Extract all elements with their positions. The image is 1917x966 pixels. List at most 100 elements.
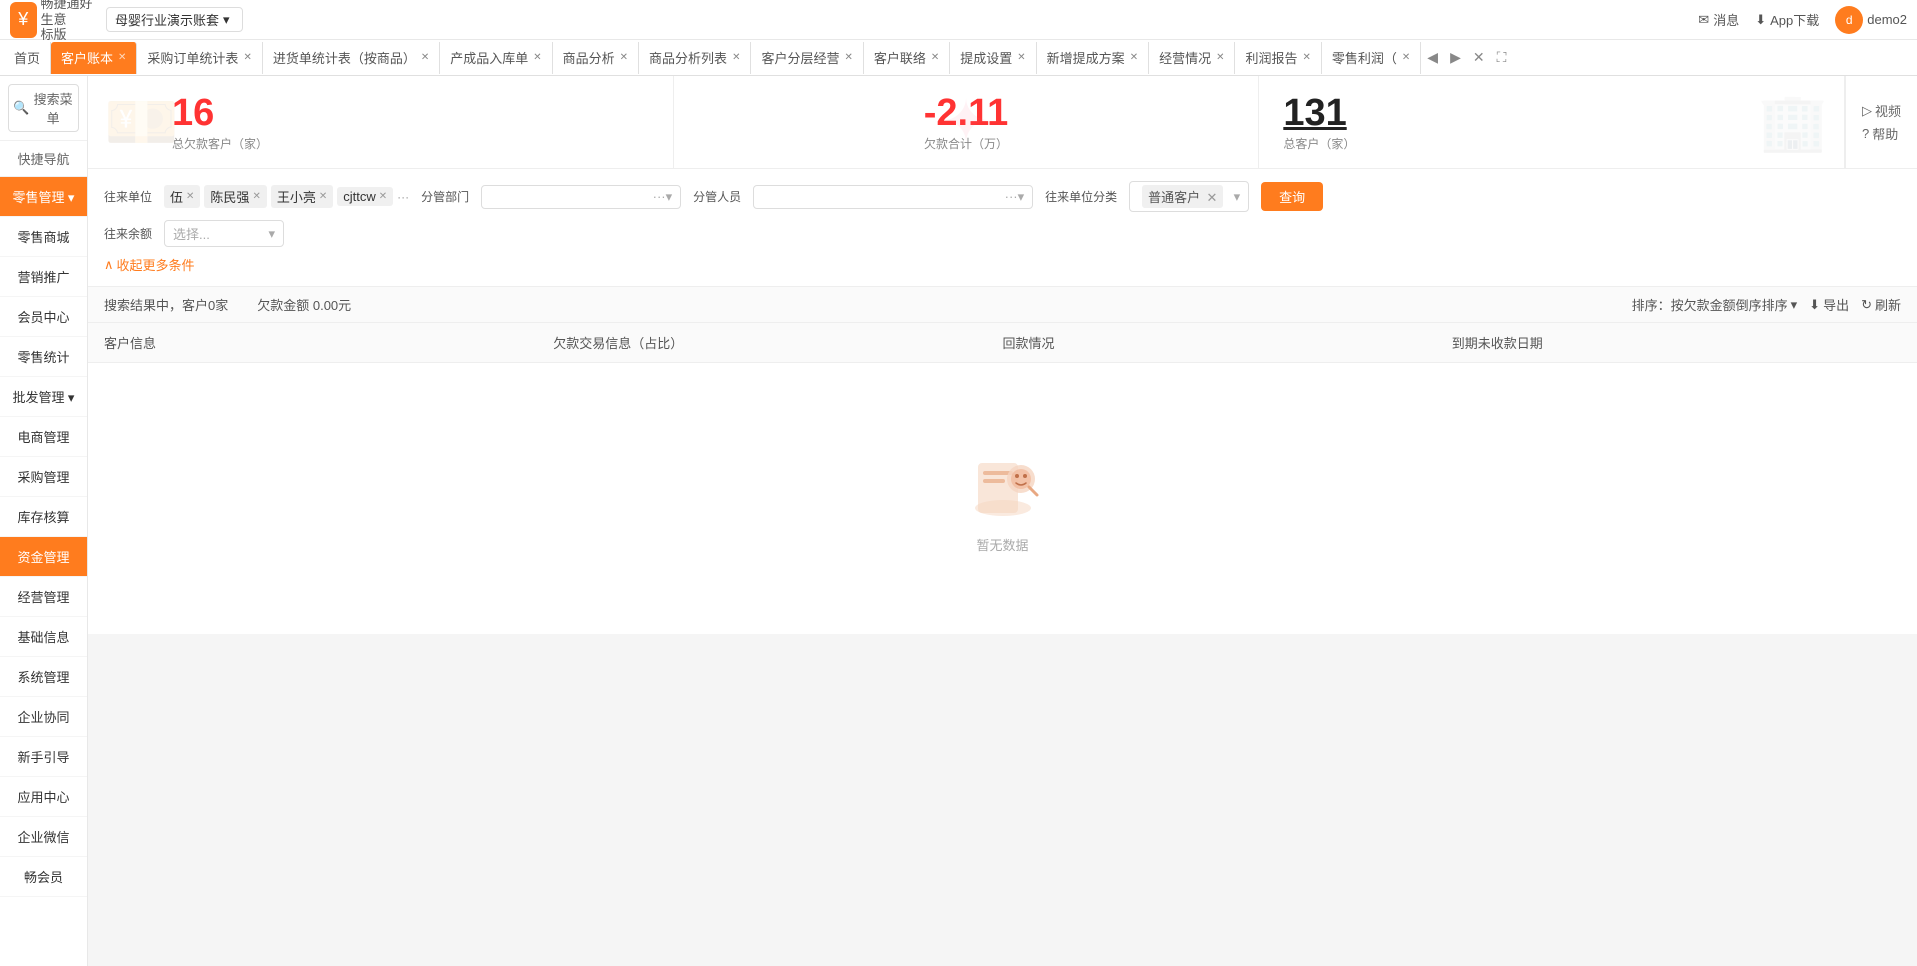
sort-select[interactable]: 排序：按欠款金额倒序排序 ▾ — [1632, 295, 1798, 314]
remove-tag-wu[interactable]: ✕ — [186, 191, 194, 202]
stat-card-total: 🏢 131 总客户（家） — [1259, 76, 1845, 168]
empty-text: 暂无数据 — [976, 535, 1028, 554]
sidebar-item-enterprise[interactable]: 企业协同 — [0, 697, 87, 737]
stat-bg-icon-1: 💴 — [104, 87, 179, 158]
filter-more-tags[interactable]: ··· — [397, 190, 409, 204]
sidebar-item-wechat[interactable]: 企业微信 — [0, 817, 87, 857]
close-icon[interactable]: ✕ — [118, 52, 126, 63]
sidebar-item-marketing[interactable]: 营销推广 — [0, 257, 87, 297]
category-select[interactable]: 普通客户 ✕ ▾ — [1129, 181, 1249, 212]
sidebar: 🔍 搜索菜单 快捷导航 零售管理 ▾ 零售商城 营销推广 会员中心 零售统计 批… — [0, 76, 88, 966]
close-icon[interactable]: ✕ — [1130, 52, 1138, 63]
chevron-icon: ▾ — [68, 190, 75, 205]
refresh-button[interactable]: ↻ 刷新 — [1861, 295, 1901, 314]
col-header-repay: 回款情况 — [1003, 333, 1452, 352]
chevron-icon: ▾ — [68, 390, 75, 405]
filter-tags-unit: 伍 ✕ 陈民强 ✕ 王小亮 ✕ cjttcw ✕ ··· — [164, 185, 409, 208]
close-icon[interactable]: ✕ — [732, 52, 740, 63]
category-dropdown-arrow: ▾ — [1234, 189, 1241, 205]
close-icon[interactable]: ✕ — [243, 52, 251, 63]
stat-number-customers: 16 — [172, 92, 649, 135]
close-icon[interactable]: ✕ — [844, 52, 852, 63]
tab-production[interactable]: 产成品入库单 ✕ — [440, 42, 552, 74]
sidebar-item-retail-mall[interactable]: 零售商城 — [0, 217, 87, 257]
tab-customer-contact[interactable]: 客户联络 ✕ — [864, 42, 950, 74]
tab-customer-ledger[interactable]: 客户账本 ✕ — [51, 42, 137, 74]
export-button[interactable]: ⬇ 导出 — [1809, 295, 1849, 314]
messages-button[interactable]: ✉ 消息 — [1698, 10, 1739, 29]
user-avatar-button[interactable]: d demo2 — [1835, 6, 1907, 34]
close-icon[interactable]: ✕ — [1017, 52, 1025, 63]
top-right: ✉ 消息 ⬇ App下载 d demo2 — [1698, 6, 1907, 34]
stat-bg-icon-2: ✦ — [941, 87, 991, 157]
tab-next-arrow[interactable]: ▶ — [1444, 49, 1467, 66]
tab-new-commission[interactable]: 新增提成方案 ✕ — [1037, 42, 1149, 74]
tab-purchase-stats[interactable]: 进货单统计表（按商品） ✕ — [263, 42, 440, 74]
sidebar-item-retail-management[interactable]: 零售管理 ▾ — [0, 177, 87, 217]
tab-prev-arrow[interactable]: ◀ — [1421, 49, 1444, 66]
sidebar-item-ecommerce[interactable]: 电商管理 — [0, 417, 87, 457]
tab-goods-analysis[interactable]: 商品分析 ✕ — [553, 42, 639, 74]
sidebar-item-wholesale[interactable]: 批发管理 ▾ — [0, 377, 87, 417]
org-select[interactable]: 母婴行业演示账套 ▾ — [106, 7, 243, 32]
sidebar-quick-nav[interactable]: 快捷导航 — [0, 141, 87, 177]
sidebar-item-inventory[interactable]: 库存核算 — [0, 497, 87, 537]
sidebar-item-purchase[interactable]: 采购管理 — [0, 457, 87, 497]
sidebar-item-beginner[interactable]: 新手引导 — [0, 737, 87, 777]
query-button[interactable]: 查询 — [1261, 182, 1323, 211]
category-tag: 普通客户 ✕ — [1142, 185, 1223, 208]
sidebar-item-base-info[interactable]: 基础信息 — [0, 617, 87, 657]
close-icon[interactable]: ✕ — [620, 52, 628, 63]
tab-maximize[interactable]: ⛶ — [1491, 49, 1513, 66]
tab-retail-profit[interactable]: 零售利润（ ✕ — [1322, 42, 1421, 74]
person-label: 分管人员 — [693, 188, 741, 205]
filter-tag-wang: 王小亮 ✕ — [271, 185, 333, 208]
stat-bg-icon-3: 🏢 — [1758, 89, 1828, 155]
tab-operation[interactable]: 经营情况 ✕ — [1149, 42, 1235, 74]
main-layout: 🔍 搜索菜单 快捷导航 零售管理 ▾ 零售商城 营销推广 会员中心 零售统计 批… — [0, 76, 1917, 966]
download-icon: ⬇ — [1755, 12, 1766, 28]
remove-tag-chen[interactable]: ✕ — [252, 191, 260, 202]
tab-close-all[interactable]: ✕ — [1467, 49, 1491, 66]
category-label: 往来单位分类 — [1045, 188, 1117, 205]
collapse-button[interactable]: ∧ 收起更多条件 — [104, 255, 1901, 274]
tab-goods-list[interactable]: 商品分析列表 ✕ — [639, 42, 751, 74]
sidebar-item-finance[interactable]: 资金管理 — [0, 537, 87, 577]
remove-tag-cjttcw[interactable]: ✕ — [379, 191, 387, 202]
dept-select[interactable]: ···▾ — [481, 185, 681, 209]
collapse-area: ∧ 收起更多条件 — [104, 255, 1901, 274]
close-icon[interactable]: ✕ — [421, 52, 429, 63]
remove-category-tag[interactable]: ✕ — [1207, 190, 1218, 205]
video-link[interactable]: ▷ 视频 — [1862, 101, 1901, 120]
sidebar-item-member-center[interactable]: 会员中心 — [0, 297, 87, 337]
stat-number-total: 131 — [1283, 92, 1820, 135]
sidebar-item-member[interactable]: 畅会员 — [0, 857, 87, 897]
tab-purchase-order[interactable]: 采购订单统计表 ✕ — [137, 42, 262, 74]
filter-row-2: 往来余额 选择... ▾ — [104, 220, 1901, 247]
close-icon[interactable]: ✕ — [1216, 52, 1224, 63]
sidebar-item-app-center[interactable]: 应用中心 — [0, 777, 87, 817]
tab-customer-layer[interactable]: 客户分层经营 ✕ — [751, 42, 863, 74]
sort-arrow-icon: ▾ — [1791, 297, 1798, 313]
remove-tag-wang[interactable]: ✕ — [319, 191, 327, 202]
balance-select[interactable]: 选择... ▾ — [164, 220, 284, 247]
tab-profit-report[interactable]: 利润报告 ✕ — [1235, 42, 1321, 74]
app-download-button[interactable]: ⬇ App下载 — [1755, 10, 1819, 29]
unit-label: 往来单位 — [104, 188, 152, 205]
search-menu-button[interactable]: 🔍 搜索菜单 — [8, 84, 79, 132]
close-icon[interactable]: ✕ — [931, 52, 939, 63]
sidebar-item-system[interactable]: 系统管理 — [0, 657, 87, 697]
tab-commission-settings[interactable]: 提成设置 ✕ — [950, 42, 1036, 74]
close-icon[interactable]: ✕ — [533, 52, 541, 63]
debt-amount-text: 欠款金额 0.00元 — [257, 295, 351, 314]
sidebar-item-retail-stats[interactable]: 零售统计 — [0, 337, 87, 377]
filter-tag-chen: 陈民强 ✕ — [204, 185, 266, 208]
tab-home[interactable]: 首页 — [4, 42, 51, 74]
table-area: 客户信息 欠款交易信息（占比） 回款情况 到期未收款日期 — [88, 323, 1917, 634]
sidebar-item-operations[interactable]: 经营管理 — [0, 577, 87, 617]
result-bar: 搜索结果中，客户0家 欠款金额 0.00元 排序：按欠款金额倒序排序 ▾ ⬇ 导… — [88, 287, 1917, 323]
close-icon[interactable]: ✕ — [1303, 52, 1311, 63]
person-select[interactable]: ···▾ — [753, 185, 1033, 209]
help-link[interactable]: ? 帮助 — [1862, 124, 1901, 143]
close-icon[interactable]: ✕ — [1402, 52, 1410, 63]
